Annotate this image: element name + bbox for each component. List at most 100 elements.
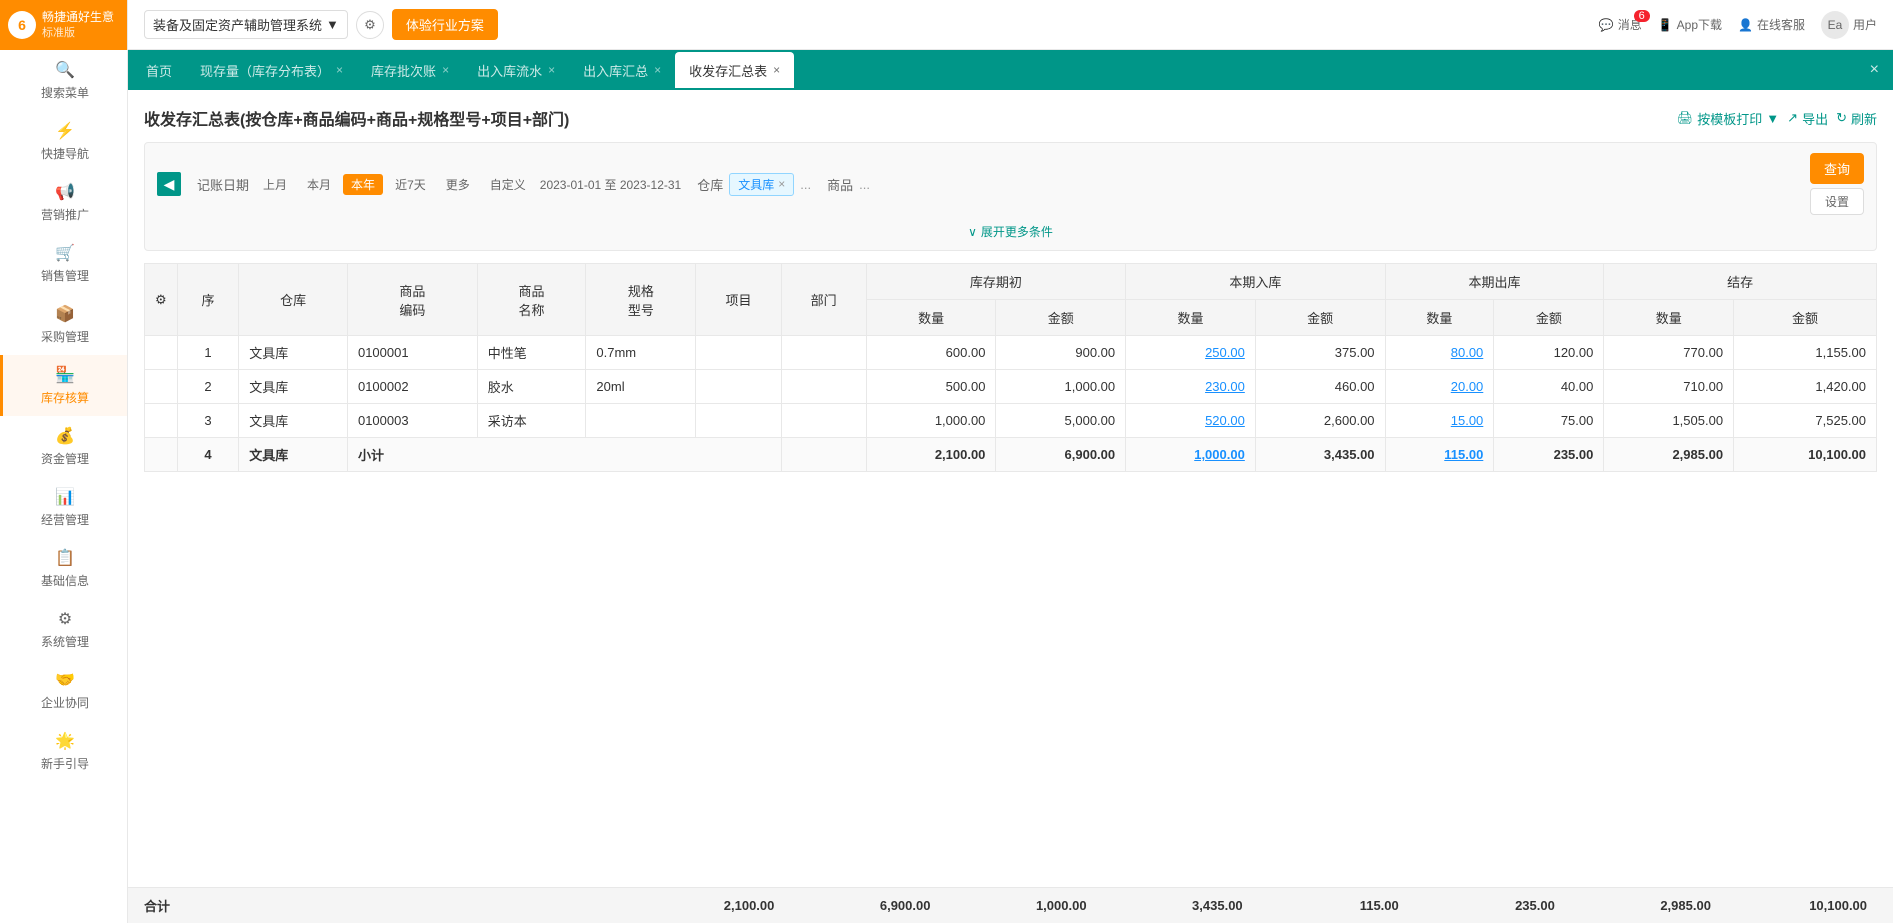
- col-open-qty-th: 数量: [866, 300, 996, 336]
- sidebar-item-search[interactable]: 🔍 搜索菜单: [0, 50, 127, 111]
- col-no-th: 序: [177, 264, 239, 336]
- global-close-icon[interactable]: ×: [1860, 61, 1889, 79]
- sidebar-quicknav-icon: ⚡: [55, 121, 75, 141]
- row-in-amt: 460.00: [1255, 370, 1385, 404]
- date-tab-custom[interactable]: 自定义: [482, 174, 534, 195]
- expand-button[interactable]: ∨ 展开更多条件: [157, 223, 1864, 240]
- sidebar-item-finance[interactable]: 💰 资金管理: [0, 416, 127, 477]
- col-warehouse-th: 仓库: [239, 264, 348, 336]
- tab-inventory-dist[interactable]: 现存量（库存分布表） ×: [186, 52, 357, 88]
- col-out-amt-th: 金额: [1494, 300, 1604, 336]
- col-goods-name-th: 商品名称: [477, 264, 586, 336]
- sidebar-item-basic[interactable]: 📋 基础信息: [0, 538, 127, 599]
- col-balance-th: 结存: [1604, 264, 1877, 300]
- col-project-th: 项目: [696, 264, 781, 336]
- date-tab-prev-month[interactable]: 上月: [255, 174, 295, 195]
- warehouse-tag-close[interactable]: ×: [778, 177, 785, 191]
- refresh-button[interactable]: ↻ 刷新: [1836, 109, 1877, 128]
- tab-batch-account[interactable]: 库存批次账 ×: [357, 52, 463, 88]
- page-content: 收发存汇总表(按仓库+商品编码+商品+规格型号+项目+部门) 🖨 按模板打印 ▼…: [128, 90, 1893, 887]
- sidebar-purchase-icon: 📦: [55, 304, 75, 324]
- row-out-amt: 120.00: [1494, 336, 1604, 370]
- row-bal-qty: 1,505.00: [1604, 404, 1734, 438]
- tab-inout-flow-close[interactable]: ×: [548, 63, 555, 77]
- row-goods-spec: [586, 404, 696, 438]
- sidebar-item-newbie[interactable]: 🌟 新手引导: [0, 721, 127, 782]
- sidebar-item-operations[interactable]: 📊 经营管理: [0, 477, 127, 538]
- top-bar: 装备及固定资产辅助管理系统 ▼ ⚙ 体验行业方案 💬 消息 6 📱 App下载 …: [128, 0, 1893, 50]
- tab-home[interactable]: 首页: [132, 52, 186, 88]
- warehouse-tag[interactable]: 文具库 ×: [729, 173, 794, 196]
- col-bal-qty-th: 数量: [1604, 300, 1734, 336]
- tab-inout-flow[interactable]: 出入库流水 ×: [463, 52, 569, 88]
- col-settings-th[interactable]: ⚙: [145, 264, 178, 336]
- chevron-down-icon: ▼: [326, 17, 339, 32]
- col-out-th: 本期出库: [1385, 264, 1604, 300]
- trial-button[interactable]: 体验行业方案: [392, 9, 498, 40]
- online-service-action[interactable]: 👤 在线客服: [1738, 16, 1805, 33]
- filter-warehouse: 仓库 文具库 × ...: [697, 173, 811, 196]
- settings-icon[interactable]: ⚙: [356, 11, 384, 39]
- system-selector[interactable]: 装备及固定资产辅助管理系统 ▼: [144, 10, 348, 39]
- sidebar-item-system[interactable]: ⚙ 系统管理: [0, 599, 127, 660]
- goods-ellipsis[interactable]: ...: [859, 177, 870, 192]
- tab-inout-summary-close[interactable]: ×: [654, 63, 661, 77]
- row-open-qty: 500.00: [866, 370, 996, 404]
- tab-receive-summary-close[interactable]: ×: [773, 63, 780, 77]
- tab-inventory-dist-close[interactable]: ×: [336, 63, 343, 77]
- date-tab-this-month[interactable]: 本月: [299, 174, 339, 195]
- row-warehouse: 文具库: [239, 404, 348, 438]
- system-title: 装备及固定资产辅助管理系统: [153, 15, 322, 34]
- sidebar-item-inventory[interactable]: 🏪 库存核算: [0, 355, 127, 416]
- sidebar-item-purchase[interactable]: 📦 采购管理: [0, 294, 127, 355]
- row-goods-name: 胶水: [477, 370, 586, 404]
- date-tab-7days[interactable]: 近7天: [387, 174, 434, 195]
- message-icon: 💬: [1599, 18, 1614, 32]
- row-goods-code: 0100003: [347, 404, 477, 438]
- warehouse-ellipsis[interactable]: ...: [800, 177, 811, 192]
- tab-receive-summary[interactable]: 收发存汇总表 ×: [675, 52, 794, 88]
- messages-action[interactable]: 💬 消息 6: [1599, 16, 1642, 33]
- row-goods-code: 0100001: [347, 336, 477, 370]
- online-service-label: 在线客服: [1757, 16, 1805, 33]
- printer-icon: 🖨: [1677, 110, 1694, 126]
- col-bal-amt-th: 金额: [1734, 300, 1877, 336]
- setup-button[interactable]: 设置: [1810, 188, 1864, 215]
- tab-batch-account-close[interactable]: ×: [442, 63, 449, 77]
- sidebar-item-quicknav[interactable]: ⚡ 快捷导航: [0, 111, 127, 172]
- subtotal-row: 4 文具库 小计 2,100.00 6,900.00 1,000.00 3,43…: [145, 438, 1877, 472]
- sidebar-marketing-icon: 📢: [55, 182, 75, 202]
- app-download-action[interactable]: 📱 App下载: [1658, 16, 1722, 33]
- row-bal-amt: 1,155.00: [1734, 336, 1877, 370]
- row-out-qty: 20.00: [1385, 370, 1494, 404]
- sidebar-marketing-label: 营销推广: [41, 206, 89, 223]
- user-action[interactable]: Ea 用户: [1821, 11, 1877, 39]
- col-out-qty-th: 数量: [1385, 300, 1494, 336]
- export-button[interactable]: ↗ 导出: [1787, 109, 1828, 128]
- row-goods-name: 中性笔: [477, 336, 586, 370]
- tab-inout-summary[interactable]: 出入库汇总 ×: [569, 52, 675, 88]
- tab-batch-account-label: 库存批次账: [371, 61, 436, 80]
- sidebar-item-collab[interactable]: 🤝 企业协同: [0, 660, 127, 721]
- total-out-amt: 235.00: [1409, 898, 1565, 913]
- row-project: [696, 404, 781, 438]
- subtotal-out-qty: 115.00: [1385, 438, 1494, 472]
- row-no: 3: [177, 404, 239, 438]
- sidebar-item-sales[interactable]: 🛒 销售管理: [0, 233, 127, 294]
- col-open-amt-th: 金额: [996, 300, 1126, 336]
- sidebar-collab-icon: 🤝: [55, 670, 75, 690]
- sidebar-item-marketing[interactable]: 📢 营销推广: [0, 172, 127, 233]
- sidebar-operations-label: 经营管理: [41, 511, 89, 528]
- query-button[interactable]: 查询: [1810, 153, 1864, 184]
- date-tab-more[interactable]: 更多: [438, 174, 478, 195]
- messages-badge: 6: [1634, 10, 1650, 22]
- print-button[interactable]: 🖨 按模板打印 ▼: [1677, 109, 1779, 128]
- total-bal-amt: 10,100.00: [1721, 898, 1877, 913]
- subtotal-bal-qty: 2,985.00: [1604, 438, 1734, 472]
- date-tab-this-year[interactable]: 本年: [343, 174, 383, 195]
- goods-label: 商品: [827, 175, 853, 194]
- filter-collapse-button[interactable]: ◀: [157, 172, 181, 196]
- download-icon: 📱: [1658, 18, 1673, 32]
- row-out-amt: 40.00: [1494, 370, 1604, 404]
- subtotal-open-qty: 2,100.00: [866, 438, 996, 472]
